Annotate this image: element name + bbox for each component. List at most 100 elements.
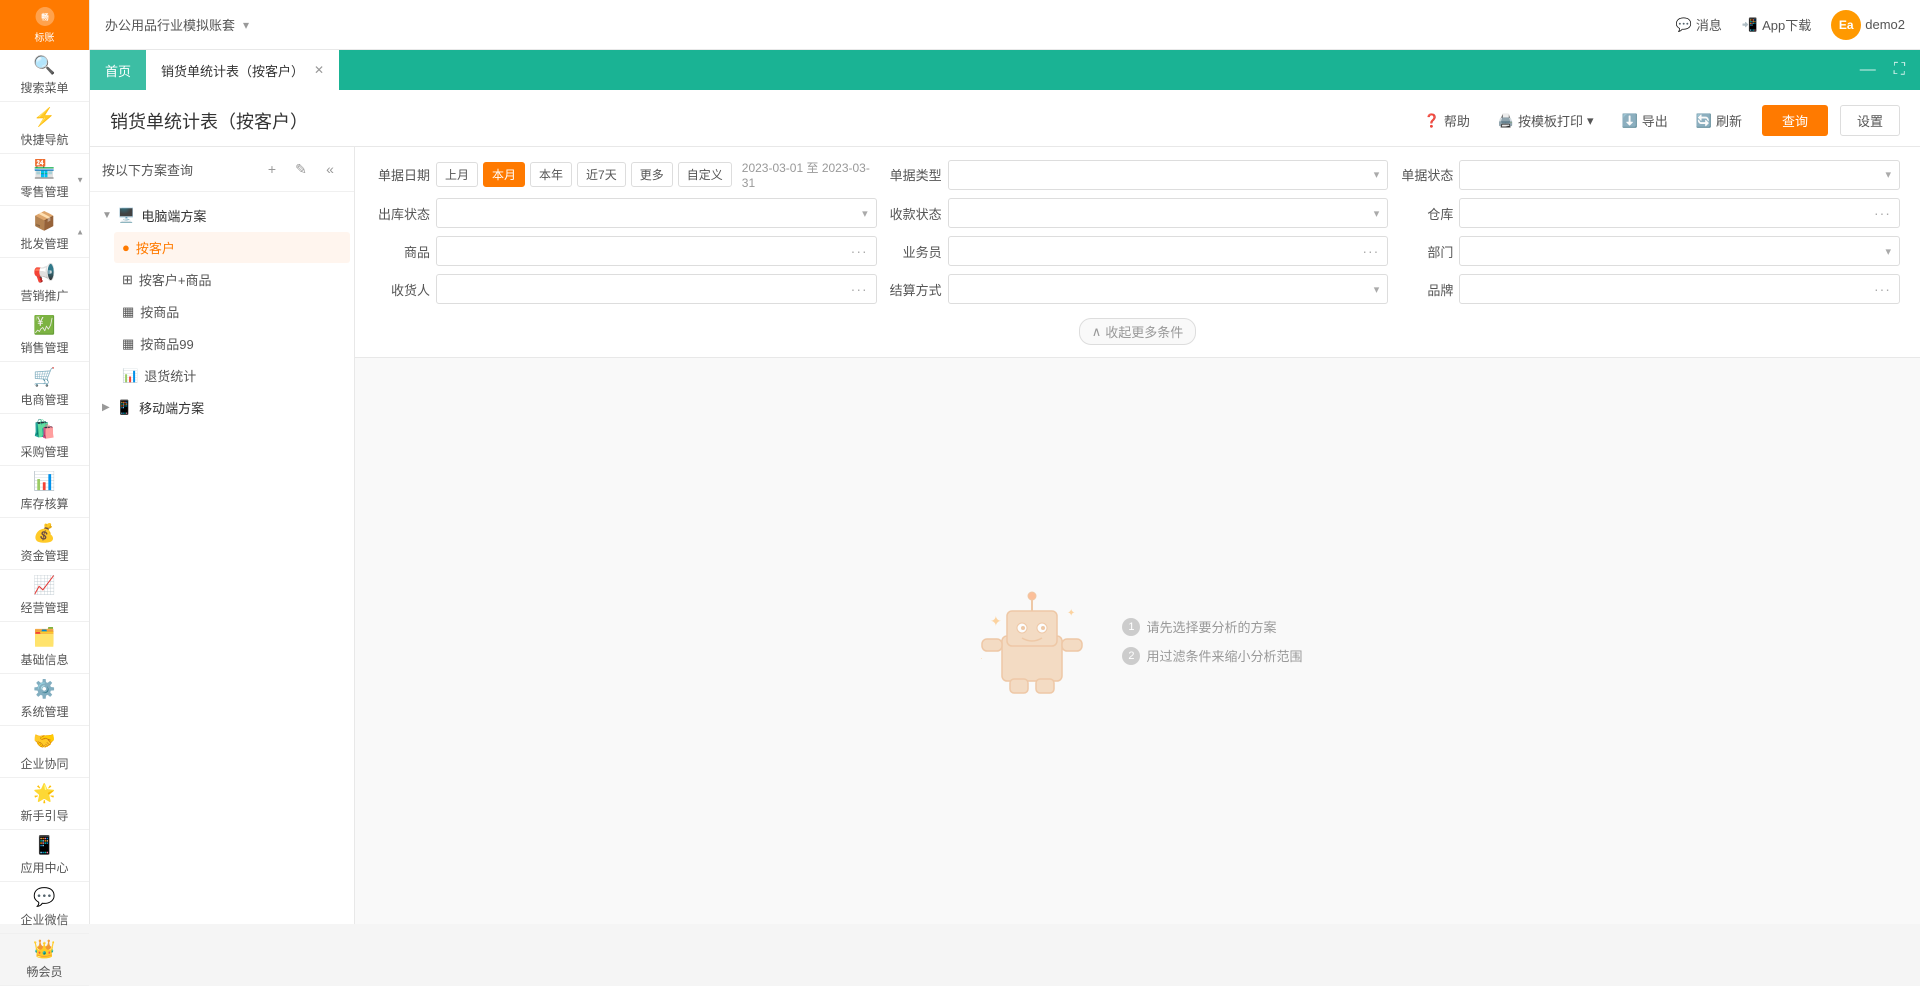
salesperson-input[interactable]: ··· [948,236,1389,266]
warehouse-input[interactable]: ··· [1459,198,1900,228]
date-btn-this-month[interactable]: 本月 [483,162,525,187]
date-btn-7days[interactable]: 近7天 [577,162,626,187]
date-btn-custom[interactable]: 自定义 [678,162,732,187]
retail-icon: 🏪 [33,159,55,180]
system-icon: ⚙️ [33,679,55,700]
order-type-input[interactable]: ▾ [948,160,1389,190]
consignee-input[interactable]: ··· [436,274,877,304]
order-status-arrow: ▾ [1885,168,1891,181]
settings-btn[interactable]: 设置 [1840,105,1900,136]
sidebar-member-label: 畅会员 [26,963,62,980]
sidebar-item-retail[interactable]: 🏪 零售管理 [0,154,89,206]
svg-text:✦: ✦ [1067,608,1075,619]
scheme-item-customer-product[interactable]: ⊞ 按客户+商品 [114,264,350,295]
export-btn[interactable]: ⬇️ 导出 [1614,107,1676,134]
finance-icon: 💰 [33,523,55,544]
sidebar-item-inventory[interactable]: 📊 库存核算 [0,466,89,518]
stats-tab-label: 销货单统计表（按客户） [161,61,304,80]
order-status-input[interactable]: ▾ [1459,160,1900,190]
refresh-btn[interactable]: 🔄 刷新 [1688,107,1750,134]
brand-input[interactable]: ··· [1459,274,1900,304]
print-btn[interactable]: 🖨️ 按模板打印 ▾ [1490,107,1602,134]
page-title: 销货单统计表（按客户） [110,108,308,134]
sidebar-item-wechat[interactable]: 💬 企业微信 [0,882,89,934]
svg-text:✦: ✦ [990,613,1002,629]
sidebar-item-system[interactable]: ⚙️ 系统管理 [0,674,89,726]
out-status-arrow: ▾ [862,207,868,220]
product-dots: ··· [851,243,868,259]
query-btn[interactable]: 查询 [1762,105,1828,136]
sidebar-item-purchase[interactable]: 🛍️ 采购管理 [0,414,89,466]
scheme-item-customer-product-label: 按客户+商品 [139,270,212,289]
consignee-field: 收货人 ··· [375,274,877,304]
message-btn[interactable]: 💬 消息 [1676,15,1722,34]
return-stats-icon: 📊 [122,368,138,384]
enterprise-icon: 🤝 [33,731,55,752]
scheme-collapse-btn[interactable]: « [318,157,342,181]
date-range-display: 2023-03-01 至 2023-03-31 [742,159,877,190]
app-logo: 畅 标账 [0,0,89,50]
scheme-item-return-stats[interactable]: 📊 退货统计 [114,360,350,391]
scheme-item-by-product[interactable]: ▦ 按商品 [114,296,350,327]
receipt-status-input[interactable]: ▾ [948,198,1389,228]
scheme-group-mobile-header[interactable]: ▶ 📱 移动端方案 [90,392,354,423]
scheme-panel-actions: + ✎ « [260,157,342,181]
date-btn-more[interactable]: 更多 [631,162,673,187]
sidebar-item-marketing[interactable]: 📢 营销推广 [0,258,89,310]
tab-home[interactable]: 首页 [90,50,146,90]
export-label: 导出 [1642,111,1668,130]
date-btn-last-month[interactable]: 上月 [436,162,478,187]
right-content: 单据日期 上月 本月 本年 近7天 更多 自定义 2023-03-01 至 20… [355,147,1920,924]
sidebar-item-operations[interactable]: 📈 经营管理 [0,570,89,622]
sidebar-item-member[interactable]: 👑 畅会员 [0,934,89,986]
sidebar-item-quicknav[interactable]: ⚡ 快捷导航 [0,102,89,154]
sidebar-item-finance[interactable]: 💰 资金管理 [0,518,89,570]
topbar-dropdown-arrow[interactable]: ▾ [243,18,249,32]
receipt-status-arrow: ▾ [1374,207,1380,220]
sidebar-item-newbie[interactable]: 🌟 新手引导 [0,778,89,830]
scheme-item-by-product-99[interactable]: ▦ 按商品99 [114,328,350,359]
scheme-panel-header: 按以下方案查询 + ✎ « [90,147,354,192]
product-input[interactable]: ··· [436,236,877,266]
empty-state: ✦ ✦ · 1 请先选择要分析的方案 2 用过滤条件来缩小分析范围 [355,358,1920,924]
help-btn[interactable]: ❓ 帮助 [1416,107,1478,134]
tab-minimize-btn[interactable]: — [1855,61,1881,79]
refresh-label: 刷新 [1716,111,1742,130]
empty-illustration: ✦ ✦ · [972,581,1092,701]
sidebar-operations-label: 经营管理 [20,599,68,616]
date-btn-this-year[interactable]: 本年 [530,162,572,187]
department-field: 部门 ▾ [1398,236,1900,266]
order-type-arrow: ▾ [1374,168,1380,181]
scheme-add-btn[interactable]: + [260,157,284,181]
scheme-item-by-customer[interactable]: ● 按客户 [114,232,350,263]
home-tab-label: 首页 [105,61,131,80]
collapse-btn[interactable]: ∧ 收起更多条件 [1079,318,1197,345]
scheme-group-desktop-header[interactable]: ▼ 🖥️ 电脑端方案 [90,200,354,231]
sidebar-item-sales[interactable]: 💹 销售管理 [0,310,89,362]
department-input[interactable]: ▾ [1459,236,1900,266]
app-download-btn[interactable]: 📲 App下载 [1742,15,1811,34]
tip-num-2: 2 [1122,647,1140,665]
sidebar-item-ecommerce[interactable]: 🛒 电商管理 [0,362,89,414]
print-label: 按模板打印 [1518,111,1583,130]
content-body: 按以下方案查询 + ✎ « [90,147,1920,924]
sidebar-item-search[interactable]: 🔍 搜索菜单 [0,50,89,102]
out-status-input[interactable]: ▾ [436,198,877,228]
sidebar-purchase-label: 采购管理 [20,443,68,460]
empty-tip-2-label: 用过滤条件来缩小分析范围 [1146,646,1302,665]
consignee-label: 收货人 [375,280,430,299]
filter-row-4: 收货人 ··· 结算方式 ▾ [375,274,1900,304]
tab-expand-btn[interactable]: ⛶ [1889,61,1910,79]
tab-close-btn[interactable]: ✕ [314,63,324,77]
collapse-up-icon: ∧ [1092,324,1102,340]
operations-icon: 📈 [33,575,55,596]
user-profile-btn[interactable]: Ea demo2 [1831,10,1905,40]
settlement-input[interactable]: ▾ [948,274,1389,304]
scheme-edit-btn[interactable]: ✎ [289,157,313,181]
sidebar-item-enterprise[interactable]: 🤝 企业协同 [0,726,89,778]
tab-stats[interactable]: 销货单统计表（按客户） ✕ [146,50,339,90]
sidebar-item-basic[interactable]: 🗂️ 基础信息 [0,622,89,674]
department-arrow: ▾ [1885,245,1891,258]
sidebar-item-appcenter[interactable]: 📱 应用中心 [0,830,89,882]
sidebar-item-wholesale[interactable]: 📦 批发管理 [0,206,89,258]
